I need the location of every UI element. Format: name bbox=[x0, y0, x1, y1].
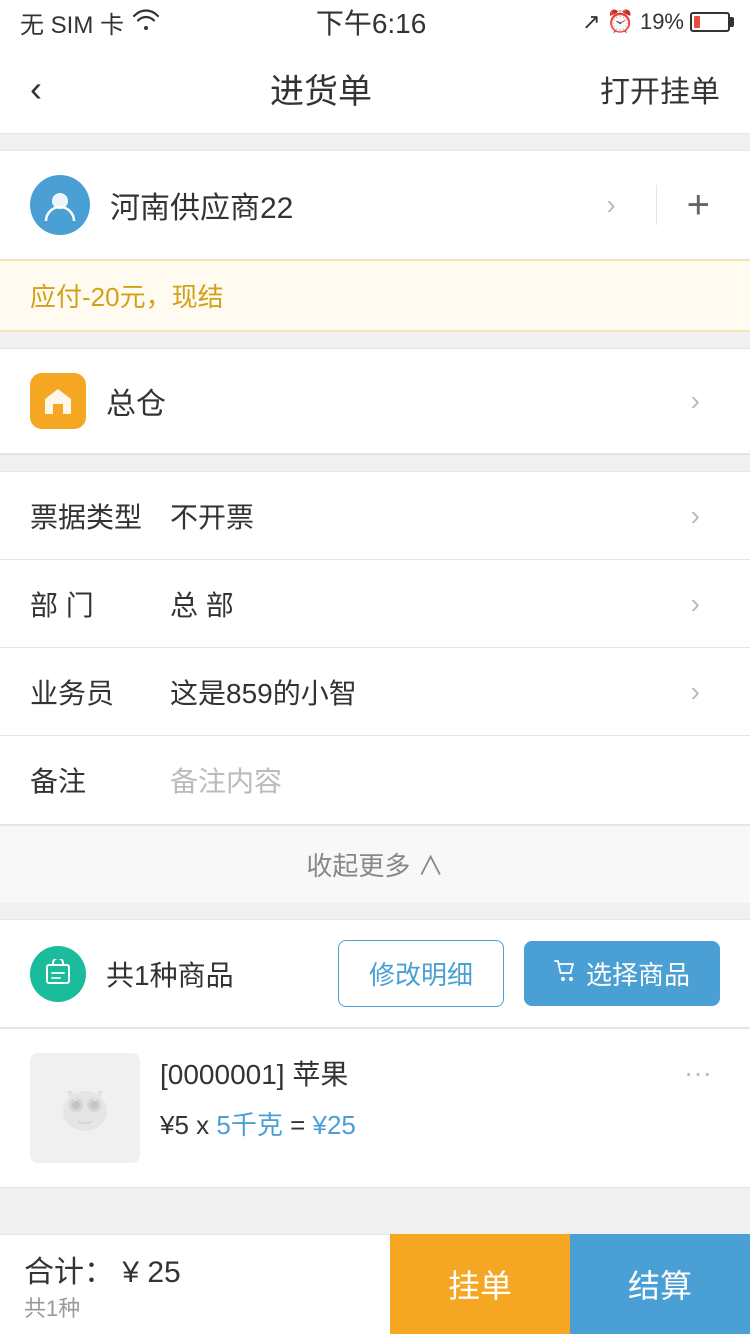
checkout-button[interactable]: 结算 bbox=[570, 1234, 750, 1334]
form-row-department[interactable]: 部 门 总 部 › bbox=[0, 560, 750, 648]
multiply-sign: x bbox=[196, 1110, 216, 1140]
add-supplier-button[interactable]: + bbox=[677, 183, 720, 228]
location-icon: ↗ bbox=[582, 9, 600, 35]
supplier-arrow-icon: › bbox=[606, 189, 615, 221]
product-count-icon bbox=[30, 946, 86, 1002]
quantity: 5千克 bbox=[216, 1110, 282, 1140]
status-time: 下午6:16 bbox=[316, 2, 427, 42]
total-count: 共1种 bbox=[24, 1291, 366, 1323]
warehouse-name: 总仓 bbox=[106, 379, 691, 423]
cart-icon bbox=[554, 958, 578, 989]
product-price: ¥5 x 5千克 = ¥25 bbox=[160, 1105, 676, 1142]
salesperson-value: 这是859的小智 bbox=[150, 672, 691, 712]
warehouse-section[interactable]: 总仓 › bbox=[0, 348, 750, 455]
product-item: [0000001] 苹果 ¥5 x 5千克 = ¥25 ··· bbox=[0, 1028, 750, 1188]
product-count-text: 共1种商品 bbox=[106, 954, 318, 994]
product-title: 苹果 bbox=[292, 1059, 348, 1090]
section-gap-2 bbox=[0, 332, 750, 348]
collapse-button[interactable]: 收起更多 ∧ bbox=[0, 825, 750, 903]
form-row-salesperson[interactable]: 业务员 这是859的小智 › bbox=[0, 648, 750, 736]
main-content: 河南供应商22 › + 应付-20元，现结 总仓 › 票据类型 不开票 › bbox=[0, 134, 750, 1304]
form-section: 票据类型 不开票 › 部 门 总 部 › 业务员 这是859的小智 › 备注 备… bbox=[0, 471, 750, 825]
warehouse-icon bbox=[30, 373, 86, 429]
wifi-icon bbox=[132, 8, 160, 37]
status-right: ↗ ⏰ 19% bbox=[582, 9, 730, 35]
edit-detail-button[interactable]: 修改明细 bbox=[338, 940, 504, 1007]
product-info: [0000001] 苹果 ¥5 x 5千克 = ¥25 bbox=[160, 1053, 676, 1142]
bottom-bar: 合计： ¥ 25 共1种 挂单 结算 bbox=[0, 1234, 750, 1334]
salesperson-label: 业务员 bbox=[30, 672, 150, 712]
total-amount: 合计： ¥ 25 bbox=[24, 1247, 366, 1291]
salesperson-arrow-icon: › bbox=[691, 676, 700, 708]
product-thumbnail bbox=[30, 1053, 140, 1163]
product-code: [0000001] bbox=[160, 1059, 285, 1090]
product-more-button[interactable]: ··· bbox=[676, 1053, 720, 1093]
note-label: 备注 bbox=[30, 760, 150, 800]
alarm-icon: ⏰ bbox=[607, 9, 634, 35]
total-value: ¥ 25 bbox=[122, 1256, 180, 1289]
note-value: 备注内容 bbox=[150, 760, 720, 800]
status-bar: 无 SIM 卡 下午6:16 ↗ ⏰ 19% bbox=[0, 0, 750, 44]
battery-icon bbox=[690, 12, 730, 32]
section-gap-3 bbox=[0, 455, 750, 471]
supplier-divider bbox=[656, 185, 657, 225]
supplier-name: 河南供应商22 bbox=[110, 183, 606, 227]
warehouse-arrow-icon: › bbox=[691, 385, 700, 417]
invoice-arrow-icon: › bbox=[691, 500, 700, 532]
section-gap-1 bbox=[0, 134, 750, 150]
warning-banner: 应付-20元，现结 bbox=[0, 260, 750, 331]
carrier-text: 无 SIM 卡 bbox=[20, 5, 124, 40]
warehouse-row[interactable]: 总仓 › bbox=[0, 349, 750, 454]
total-section: 合计： ¥ 25 共1种 bbox=[0, 1234, 390, 1334]
back-button[interactable]: ‹ bbox=[30, 68, 42, 110]
supplier-avatar bbox=[30, 175, 90, 235]
pending-button[interactable]: 挂单 bbox=[390, 1234, 570, 1334]
status-left: 无 SIM 卡 bbox=[20, 5, 160, 40]
equals-sign: = bbox=[290, 1110, 312, 1140]
product-toolbar: 共1种商品 修改明细 选择商品 bbox=[0, 919, 750, 1028]
form-row-note[interactable]: 备注 备注内容 bbox=[0, 736, 750, 824]
open-pending-button[interactable]: 打开挂单 bbox=[600, 67, 720, 111]
select-product-label: 选择商品 bbox=[586, 955, 690, 992]
invoice-type-label: 票据类型 bbox=[30, 496, 150, 536]
page-title: 进货单 bbox=[270, 64, 372, 113]
form-row-invoice[interactable]: 票据类型 不开票 › bbox=[0, 472, 750, 560]
supplier-row[interactable]: 河南供应商22 › + bbox=[0, 151, 750, 260]
nav-bar: ‹ 进货单 打开挂单 bbox=[0, 44, 750, 134]
product-total: ¥25 bbox=[313, 1110, 356, 1140]
invoice-type-value: 不开票 bbox=[150, 496, 691, 536]
unit-price: ¥5 bbox=[160, 1110, 189, 1140]
department-arrow-icon: › bbox=[691, 588, 700, 620]
supplier-section: 河南供应商22 › + 应付-20元，现结 bbox=[0, 150, 750, 332]
battery-percent: 19% bbox=[640, 9, 684, 35]
section-gap-4 bbox=[0, 903, 750, 919]
section-gap-5 bbox=[0, 1188, 750, 1204]
product-name: [0000001] 苹果 bbox=[160, 1053, 676, 1093]
department-label: 部 门 bbox=[30, 584, 150, 624]
total-label: 合计： bbox=[24, 1256, 114, 1289]
select-product-button[interactable]: 选择商品 bbox=[524, 941, 720, 1006]
department-value: 总 部 bbox=[150, 584, 691, 624]
